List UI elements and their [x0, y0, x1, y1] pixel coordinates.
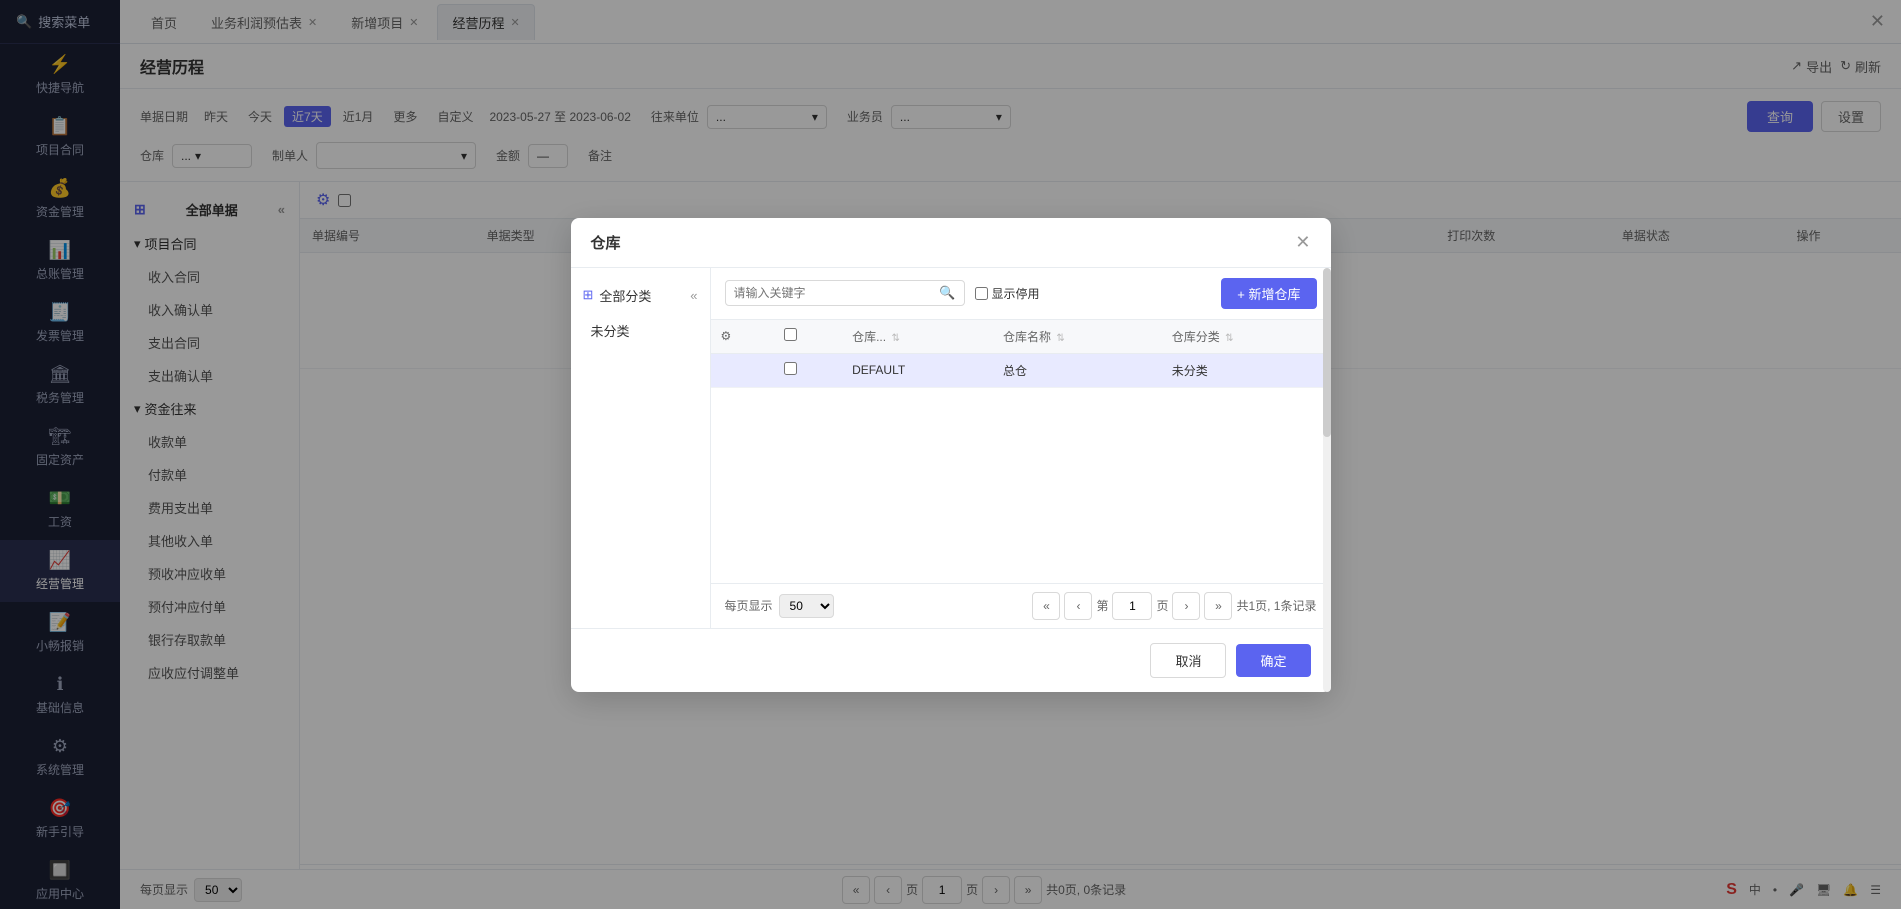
- row-settings: [711, 353, 774, 387]
- row-name: 总仓: [993, 353, 1162, 387]
- add-warehouse-button[interactable]: + 新增仓库: [1221, 278, 1316, 309]
- modal-col-settings: ⚙: [711, 320, 774, 354]
- modal-actions: 取消 确定: [571, 628, 1331, 692]
- modal-select-all[interactable]: [784, 328, 797, 341]
- settings-col-icon: ⚙: [721, 329, 732, 343]
- modal-left-panel: ⊞ 全部分类 « 未分类: [571, 268, 711, 628]
- modal-col-code[interactable]: 仓库... ⇅: [842, 320, 993, 354]
- modal-body: ⊞ 全部分类 « 未分类 🔍 显示停用 + 新增仓库: [571, 268, 1331, 628]
- modal-left-uncategorized[interactable]: 未分类: [571, 313, 710, 348]
- modal-table-scroll[interactable]: ⚙ 仓库... ⇅ 仓库名称 ⇅: [711, 320, 1331, 583]
- modal-col-checkbox: [774, 320, 842, 354]
- modal-title: 仓库: [591, 232, 621, 253]
- modal-col-category[interactable]: 仓库分类 ⇅: [1162, 320, 1331, 354]
- modal-header: 仓库 ✕: [571, 218, 1331, 268]
- cancel-button[interactable]: 取消: [1150, 643, 1226, 678]
- modal-search-input[interactable]: [734, 286, 934, 300]
- all-category-header[interactable]: ⊞ 全部分类 «: [571, 278, 710, 313]
- collapse-modal-icon[interactable]: «: [690, 288, 697, 303]
- modal-table: ⚙ 仓库... ⇅ 仓库名称 ⇅: [711, 320, 1331, 388]
- row-code: DEFAULT: [842, 353, 993, 387]
- confirm-button[interactable]: 确定: [1236, 644, 1310, 677]
- scrollbar-thumb: [1323, 268, 1331, 438]
- modal-next-page[interactable]: ›: [1172, 592, 1200, 620]
- modal-per-page: 每页显示 50 100: [725, 594, 834, 618]
- sort-icon-code: ⇅: [891, 333, 899, 344]
- left-scrollbar: [1323, 268, 1331, 692]
- modal-search-box: 🔍: [725, 280, 965, 306]
- table-row[interactable]: DEFAULT 总仓 未分类: [711, 353, 1331, 387]
- row-checkbox: [774, 353, 842, 387]
- row-category: 未分类: [1162, 353, 1331, 387]
- modal-first-page[interactable]: «: [1032, 592, 1060, 620]
- modal-col-name[interactable]: 仓库名称 ⇅: [993, 320, 1162, 354]
- modal-close-button[interactable]: ✕: [1295, 232, 1310, 253]
- search-icon-modal: 🔍: [939, 285, 955, 301]
- modal-per-page-select[interactable]: 50 100: [779, 594, 834, 618]
- show-disabled-label[interactable]: 显示停用: [975, 285, 1040, 302]
- sort-icon-name: ⇅: [1056, 333, 1064, 344]
- warehouse-modal: 仓库 ✕ ⊞ 全部分类 « 未分类 🔍: [571, 218, 1331, 692]
- modal-prev-page[interactable]: ‹: [1064, 592, 1092, 620]
- modal-footer-bar: 每页显示 50 100 « ‹ 第 页 › » 共1页, 1条记录: [711, 583, 1331, 628]
- modal-pagination: « ‹ 第 页 › » 共1页, 1条记录: [1032, 592, 1316, 620]
- row-select-checkbox[interactable]: [784, 362, 797, 375]
- show-disabled-checkbox[interactable]: [975, 287, 988, 300]
- modal-toolbar: 🔍 显示停用 + 新增仓库: [711, 268, 1331, 320]
- grid-icon-modal: ⊞: [583, 287, 594, 303]
- modal-last-page[interactable]: »: [1204, 592, 1232, 620]
- modal-right-panel: 🔍 显示停用 + 新增仓库 ⚙: [711, 268, 1331, 628]
- modal-page-input[interactable]: [1112, 592, 1152, 620]
- sort-icon-category: ⇅: [1225, 333, 1233, 344]
